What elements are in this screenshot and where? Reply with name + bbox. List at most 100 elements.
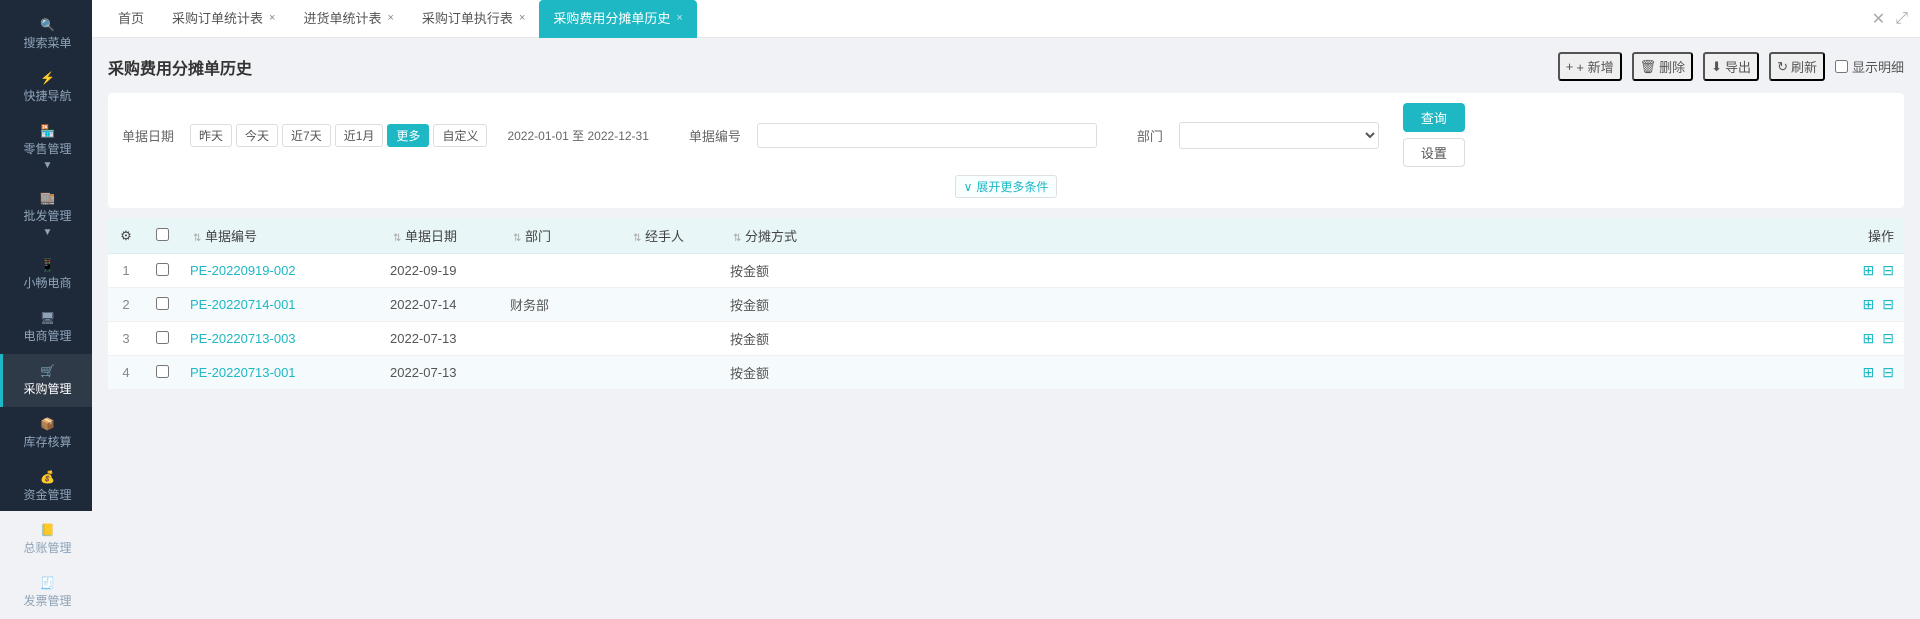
tab-cost-split-close[interactable]: × — [676, 12, 682, 24]
row-edit-icon-2[interactable]: ⊞ — [1863, 330, 1875, 347]
main-area: 首页 采购订单统计表 × 进货单统计表 × 采购订单执行表 × 采购费用分摊单历… — [92, 0, 1920, 511]
sidebar-item-purchase[interactable]: 🛒 采购管理 — [0, 354, 92, 407]
tab-home[interactable]: 首页 — [104, 0, 158, 38]
doc-num-label: 单据编号 — [689, 126, 741, 145]
row-check-cell[interactable] — [144, 288, 180, 322]
row-checkbox-0[interactable] — [156, 263, 169, 276]
tab-purchase-order-stat[interactable]: 采购订单统计表 × — [158, 0, 289, 38]
sidebar-item-ledger[interactable]: 📒 总账管理 — [0, 513, 92, 566]
tab-bar: 首页 采购订单统计表 × 进货单统计表 × 采购订单执行表 × 采购费用分摊单历… — [92, 0, 1920, 38]
sidebar-item-search-label: 搜索菜单 — [7, 34, 88, 51]
tab-purchase-exec-label: 采购订单执行表 — [422, 8, 513, 27]
row-check-cell[interactable] — [144, 356, 180, 390]
tab-inbound-stat[interactable]: 进货单统计表 × — [289, 0, 407, 38]
gear-icon[interactable]: ⚙ — [120, 228, 132, 243]
date-btn-7days[interactable]: 近7天 — [282, 124, 331, 147]
sidebar-item-invoice-label: 发票管理 — [7, 592, 88, 609]
sidebar-item-inventory[interactable]: 📦 库存核算 — [0, 407, 92, 460]
row-gear-cell: 2 — [108, 288, 144, 322]
row-checkbox-2[interactable] — [156, 331, 169, 344]
toolbar: + + 新增 🗑 删除 ⬇ 导出 ↻ 刷新 显示明细 — [1558, 52, 1904, 81]
row-handler-cell — [620, 356, 720, 390]
expand-filter-button[interactable]: ∨ 展开更多条件 — [955, 175, 1058, 198]
th-dept: ⇅ 部门 — [500, 218, 620, 254]
table-row: 4 PE-20220713-001 2022-07-13 按金额 ⊞ ⊟ — [108, 356, 1904, 390]
th-gear[interactable]: ⚙ — [108, 218, 144, 254]
row-dept-cell — [500, 322, 620, 356]
doc-num-input[interactable] — [757, 123, 1097, 148]
row-gear-cell: 4 — [108, 356, 144, 390]
row-code-link-0[interactable]: PE-20220919-002 — [190, 263, 296, 278]
sidebar-item-search[interactable]: 🔍 搜索菜单 — [0, 8, 92, 61]
add-icon: + — [1566, 59, 1574, 74]
row-check-cell[interactable] — [144, 322, 180, 356]
tab-purchase-exec[interactable]: 采购订单执行表 × — [408, 0, 539, 38]
row-gear-cell: 3 — [108, 322, 144, 356]
settings-button[interactable]: 设置 — [1403, 138, 1465, 167]
table-row: 3 PE-20220713-003 2022-07-13 按金额 ⊞ ⊟ — [108, 322, 1904, 356]
sidebar-item-retail[interactable]: 🏪 零售管理 ▼ — [0, 114, 92, 181]
show-columns-checkbox-label[interactable]: 显示明细 — [1835, 57, 1904, 76]
sidebar-item-invoice[interactable]: 🧾 发票管理 — [0, 566, 92, 619]
row-checkbox-3[interactable] — [156, 365, 169, 378]
row-edit-icon-0[interactable]: ⊞ — [1863, 262, 1875, 279]
row-edit-icon-3[interactable]: ⊞ — [1863, 364, 1875, 381]
export-button[interactable]: ⬇ 导出 — [1703, 52, 1759, 81]
date-range-display: 2022-01-01 至 2022-12-31 — [507, 127, 648, 144]
date-btn-today[interactable]: 今天 — [236, 124, 278, 147]
dept-select[interactable] — [1179, 122, 1379, 149]
sidebar-item-purchase-label: 采购管理 — [7, 380, 88, 397]
tab-home-label: 首页 — [118, 8, 144, 27]
ledger-icon: 📒 — [40, 523, 55, 537]
close-all-icon[interactable]: ✕ — [1872, 9, 1885, 29]
sidebar-item-ecommerce[interactable]: 📱 小畅电商 — [0, 248, 92, 301]
add-button[interactable]: + + 新增 — [1558, 52, 1622, 81]
date-btn-yesterday[interactable]: 昨天 — [190, 124, 232, 147]
tab-cost-split[interactable]: 采购费用分摊单历史 × — [539, 0, 696, 38]
th-code: ⇅ 单据编号 — [180, 218, 380, 254]
query-button[interactable]: 查询 — [1403, 103, 1465, 132]
tab-purchase-order-stat-close[interactable]: × — [269, 12, 275, 24]
row-more-icon-2[interactable]: ⊟ — [1882, 330, 1894, 347]
row-edit-icon-1[interactable]: ⊞ — [1863, 296, 1875, 313]
row-more-icon-1[interactable]: ⊟ — [1882, 296, 1894, 313]
row-dept-cell — [500, 254, 620, 288]
date-btn-1month[interactable]: 近1月 — [335, 124, 384, 147]
sidebar-item-ecom-manage[interactable]: 🖥 电商管理 — [0, 301, 92, 354]
retail-icon: 🏪 — [40, 124, 55, 138]
row-code-link-2[interactable]: PE-20220713-003 — [190, 331, 296, 346]
row-check-cell[interactable] — [144, 254, 180, 288]
page-content: 采购费用分摊单历史 + + 新增 🗑 删除 ⬇ 导出 ↻ 刷新 — [92, 38, 1920, 511]
tab-purchase-exec-close[interactable]: × — [519, 12, 525, 24]
tab-inbound-stat-close[interactable]: × — [387, 12, 393, 24]
show-columns-label: 显示明细 — [1852, 57, 1904, 76]
row-code-link-3[interactable]: PE-20220713-001 — [190, 365, 296, 380]
row-action-cell: ⊞ ⊟ — [1824, 288, 1904, 322]
row-checkbox-1[interactable] — [156, 297, 169, 310]
refresh-button[interactable]: ↻ 刷新 — [1769, 52, 1825, 81]
select-all-checkbox[interactable] — [156, 228, 169, 241]
th-action-label: 操作 — [1868, 229, 1894, 244]
row-date-cell: 2022-09-19 — [380, 254, 500, 288]
sidebar-item-nav[interactable]: ⚡ 快捷导航 — [0, 61, 92, 114]
delete-button[interactable]: 🗑 删除 — [1632, 52, 1694, 81]
row-more-icon-0[interactable]: ⊟ — [1882, 262, 1894, 279]
th-check[interactable] — [144, 218, 180, 254]
table-row: 2 PE-20220714-001 2022-07-14 财务部 按金额 ⊞ ⊟ — [108, 288, 1904, 322]
sidebar-item-finance[interactable]: 💰 资金管理 — [0, 460, 92, 513]
maximize-icon[interactable]: ⤢ — [1895, 10, 1908, 28]
row-more-icon-3[interactable]: ⊟ — [1882, 364, 1894, 381]
filter-expand-row: ∨ 展开更多条件 — [122, 175, 1890, 198]
page-title: 采购费用分摊单历史 — [108, 55, 252, 79]
delete-button-label: 删除 — [1659, 57, 1685, 76]
th-code-label: 单据编号 — [205, 229, 257, 244]
date-btn-custom[interactable]: 自定义 — [433, 124, 487, 147]
row-code-link-1[interactable]: PE-20220714-001 — [190, 297, 296, 312]
show-columns-checkbox[interactable] — [1835, 60, 1848, 73]
tab-purchase-order-stat-label: 采购订单统计表 — [172, 8, 263, 27]
row-split-cell: 按金额 — [720, 356, 1824, 390]
row-action-cell: ⊞ ⊟ — [1824, 254, 1904, 288]
sidebar-item-wholesale[interactable]: 🏬 批发管理 ▼ — [0, 181, 92, 248]
purchase-icon: 🛒 — [40, 364, 55, 378]
date-btn-more[interactable]: 更多 — [387, 124, 429, 147]
